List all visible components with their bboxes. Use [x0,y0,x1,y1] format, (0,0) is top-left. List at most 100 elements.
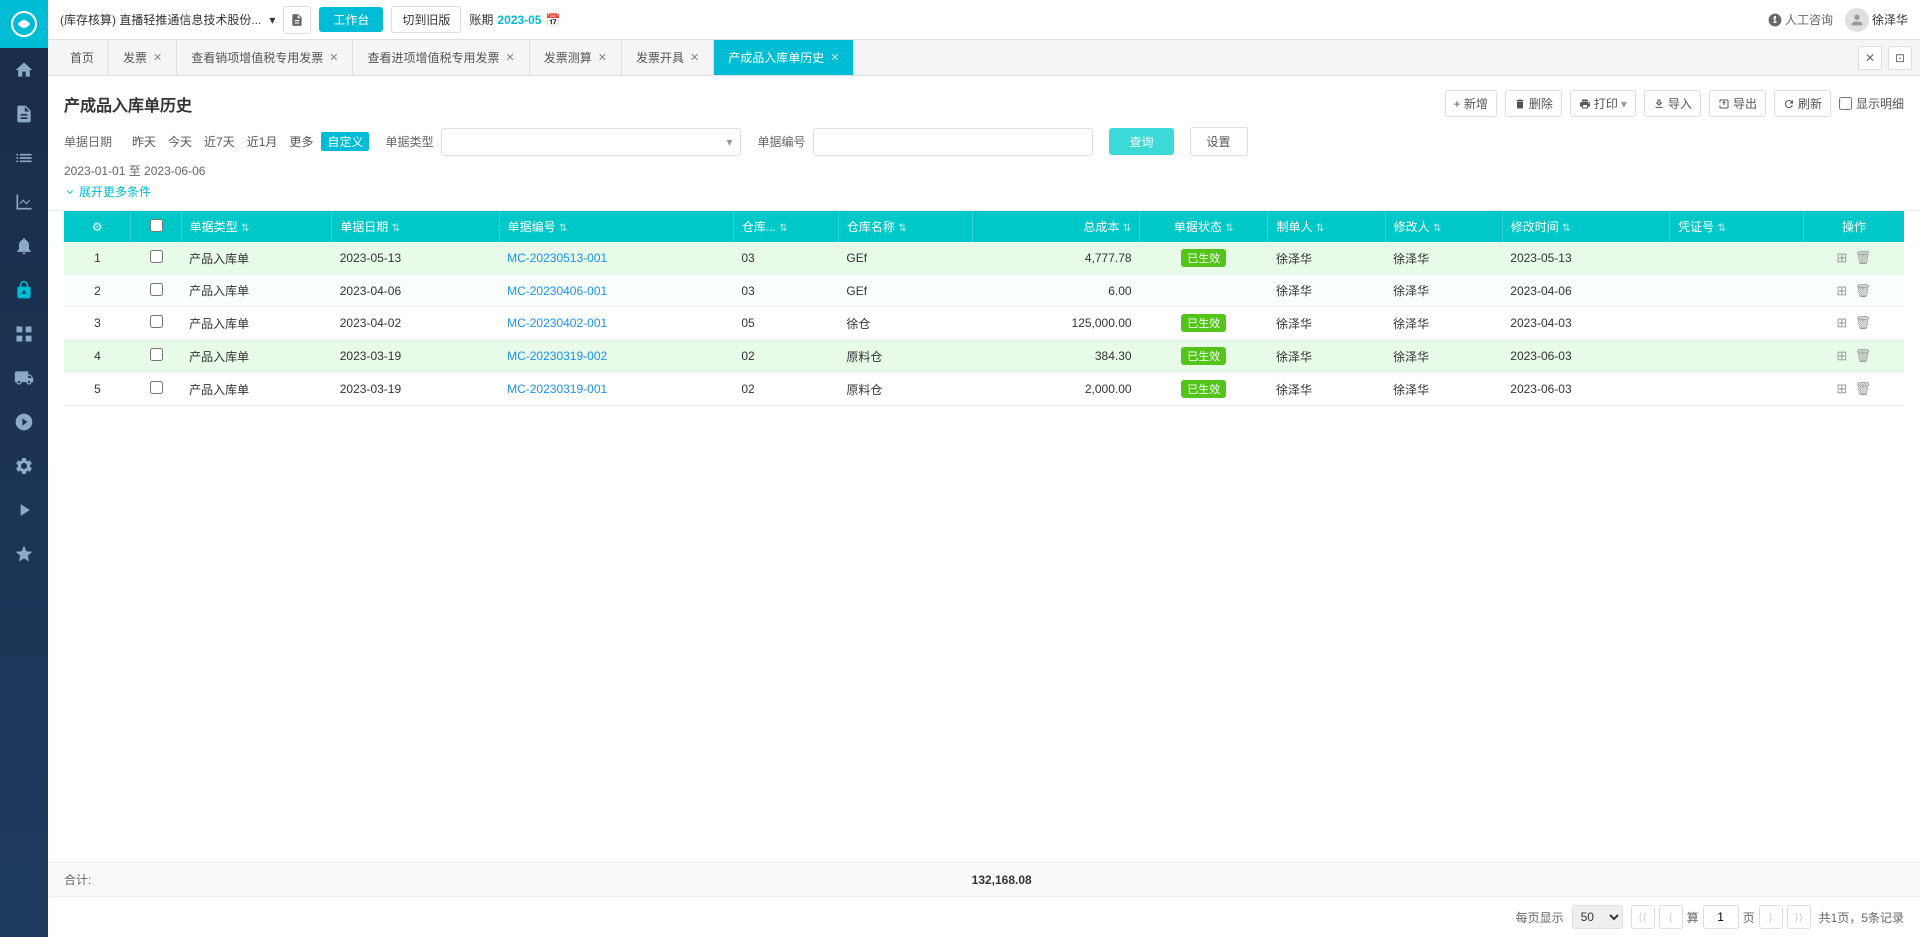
date-opt-1month[interactable]: 近1月 [243,132,282,151]
sidebar-document-icon[interactable] [0,92,48,136]
row-checkbox[interactable] [150,348,163,361]
row-view-icon[interactable]: ⊞ [1836,381,1847,396]
sidebar-gear-icon[interactable] [0,444,48,488]
tab-product-history[interactable]: 产成品入库单历史 ✕ [714,40,854,75]
row-checkbox-cell[interactable] [131,242,181,275]
tab-close-all-icon[interactable]: ✕ [1858,46,1882,70]
row-code-link[interactable]: MC-20230319-002 [507,349,607,363]
type-select[interactable]: ▾ [441,128,741,156]
th-settings[interactable]: ⚙ [64,211,131,242]
row-code-link[interactable]: MC-20230402-001 [507,316,607,330]
th-wh[interactable]: 仓库... ⇅ [733,211,838,242]
th-modifier[interactable]: 修改人 ⇅ [1385,211,1502,242]
row-view-icon[interactable]: ⊞ [1836,348,1847,363]
page-input[interactable] [1703,905,1739,929]
workbench-button[interactable]: 工作台 [319,7,383,32]
row-checkbox[interactable] [150,250,163,263]
th-date[interactable]: 单据日期 ⇅ [332,211,499,242]
show-detail-checkbox[interactable] [1839,97,1852,110]
row-delete-icon[interactable]: 🗑 [1855,283,1872,298]
sidebar-truck-icon[interactable] [0,356,48,400]
tab-invoice-close[interactable]: ✕ [153,51,162,64]
tab-invoice-calc[interactable]: 发票测算 ✕ [530,40,622,75]
row-view-icon[interactable]: ⊞ [1836,250,1847,265]
sidebar-bell-icon[interactable] [0,224,48,268]
print-dropdown-icon[interactable]: ▾ [1621,97,1627,111]
add-button[interactable]: + 新增 [1445,90,1497,117]
row-delete-icon[interactable]: 🗑 [1855,315,1872,330]
period-calendar-icon[interactable]: 📅 [545,13,560,27]
company-dropdown-icon[interactable]: ▾ [269,13,275,27]
th-cost[interactable]: 总成本 ⇅ [972,211,1139,242]
date-opt-yesterday[interactable]: 昨天 [128,132,160,151]
topbar-doc-icon[interactable] [283,6,311,34]
date-opt-today[interactable]: 今天 [164,132,196,151]
row-checkbox[interactable] [150,315,163,328]
th-voucher[interactable]: 凭证号 ⇅ [1670,211,1804,242]
row-code[interactable]: MC-20230402-001 [499,307,733,340]
expand-more-btn[interactable]: 展开更多条件 [64,183,1904,200]
tab-invoice[interactable]: 发票 ✕ [109,40,177,75]
page-first-btn[interactable]: ⟨⟨ [1631,905,1655,929]
row-checkbox-cell[interactable] [131,373,181,406]
page-last-btn[interactable]: ⟩⟩ [1787,905,1811,929]
select-all-checkbox[interactable] [150,219,163,232]
per-page-select[interactable]: 50 100 [1572,905,1623,929]
row-view-icon[interactable]: ⊞ [1836,283,1847,298]
sidebar-star-icon[interactable] [0,532,48,576]
tab-purchase-invoice[interactable]: 查看进项增值税专用发票 ✕ [353,40,529,75]
th-modtime[interactable]: 修改时间 ⇅ [1502,211,1669,242]
row-delete-icon[interactable]: 🗑 [1855,381,1872,396]
row-checkbox-cell[interactable] [131,340,181,373]
tab-purchase-invoice-close[interactable]: ✕ [506,51,515,64]
row-checkbox[interactable] [150,381,163,394]
row-checkbox-cell[interactable] [131,307,181,340]
row-code[interactable]: MC-20230319-001 [499,373,733,406]
sidebar-chart-icon[interactable] [0,180,48,224]
tab-home[interactable]: 首页 [56,40,109,75]
row-code-link[interactable]: MC-20230319-001 [507,382,607,396]
switch-button[interactable]: 切到旧版 [391,6,461,33]
tab-product-history-close[interactable]: ✕ [830,51,839,64]
th-status[interactable]: 单据状态 ⇅ [1140,211,1268,242]
sidebar-list-icon[interactable] [0,136,48,180]
sidebar-grid-icon[interactable] [0,312,48,356]
row-code[interactable]: MC-20230406-001 [499,275,733,307]
th-creator[interactable]: 制单人 ⇅ [1268,211,1385,242]
row-view-icon[interactable]: ⊞ [1836,315,1847,330]
sidebar-lock-icon[interactable] [0,268,48,312]
date-opt-custom[interactable]: 自定义 [321,132,369,151]
th-whname[interactable]: 仓库名称 ⇅ [838,211,972,242]
import-button[interactable]: 导入 [1644,90,1701,117]
row-checkbox[interactable] [150,283,163,296]
tab-sales-invoice-close[interactable]: ✕ [329,51,338,64]
search-button[interactable]: 查询 [1109,128,1173,155]
tab-invoice-issue[interactable]: 发票开具 ✕ [622,40,714,75]
tab-invoice-calc-close[interactable]: ✕ [598,51,607,64]
user-profile[interactable]: 徐泽华 [1845,8,1908,32]
tab-sales-invoice[interactable]: 查看销项增值税专用发票 ✕ [177,40,353,75]
row-code-link[interactable]: MC-20230406-001 [507,284,607,298]
service-button[interactable]: 人工咨询 [1768,11,1833,28]
setting-button[interactable]: 设置 [1190,127,1248,156]
show-detail-toggle[interactable]: 显示明细 [1839,95,1904,112]
page-next-btn[interactable]: ⟩ [1759,905,1783,929]
delete-button[interactable]: 删除 [1505,90,1562,117]
page-prev-btn[interactable]: ⟨ [1659,905,1683,929]
row-code[interactable]: MC-20230513-001 [499,242,733,275]
refresh-button[interactable]: 刷新 [1774,90,1831,117]
date-opt-7days[interactable]: 近7天 [200,132,239,151]
sidebar-settings-circle-icon[interactable] [0,400,48,444]
code-input[interactable] [813,128,1093,156]
print-button[interactable]: 打印 ▾ [1570,90,1636,117]
date-opt-more[interactable]: 更多 [285,132,317,151]
tab-invoice-issue-close[interactable]: ✕ [690,51,699,64]
row-checkbox-cell[interactable] [131,275,181,307]
row-code-link[interactable]: MC-20230513-001 [507,251,607,265]
tab-expand-icon[interactable]: ⊡ [1888,46,1912,70]
row-delete-icon[interactable]: 🗑 [1855,348,1872,363]
sidebar-home-icon[interactable] [0,48,48,92]
th-checkbox[interactable] [131,211,181,242]
th-code[interactable]: 单据编号 ⇅ [499,211,733,242]
row-delete-icon[interactable]: 🗑 [1855,250,1872,265]
